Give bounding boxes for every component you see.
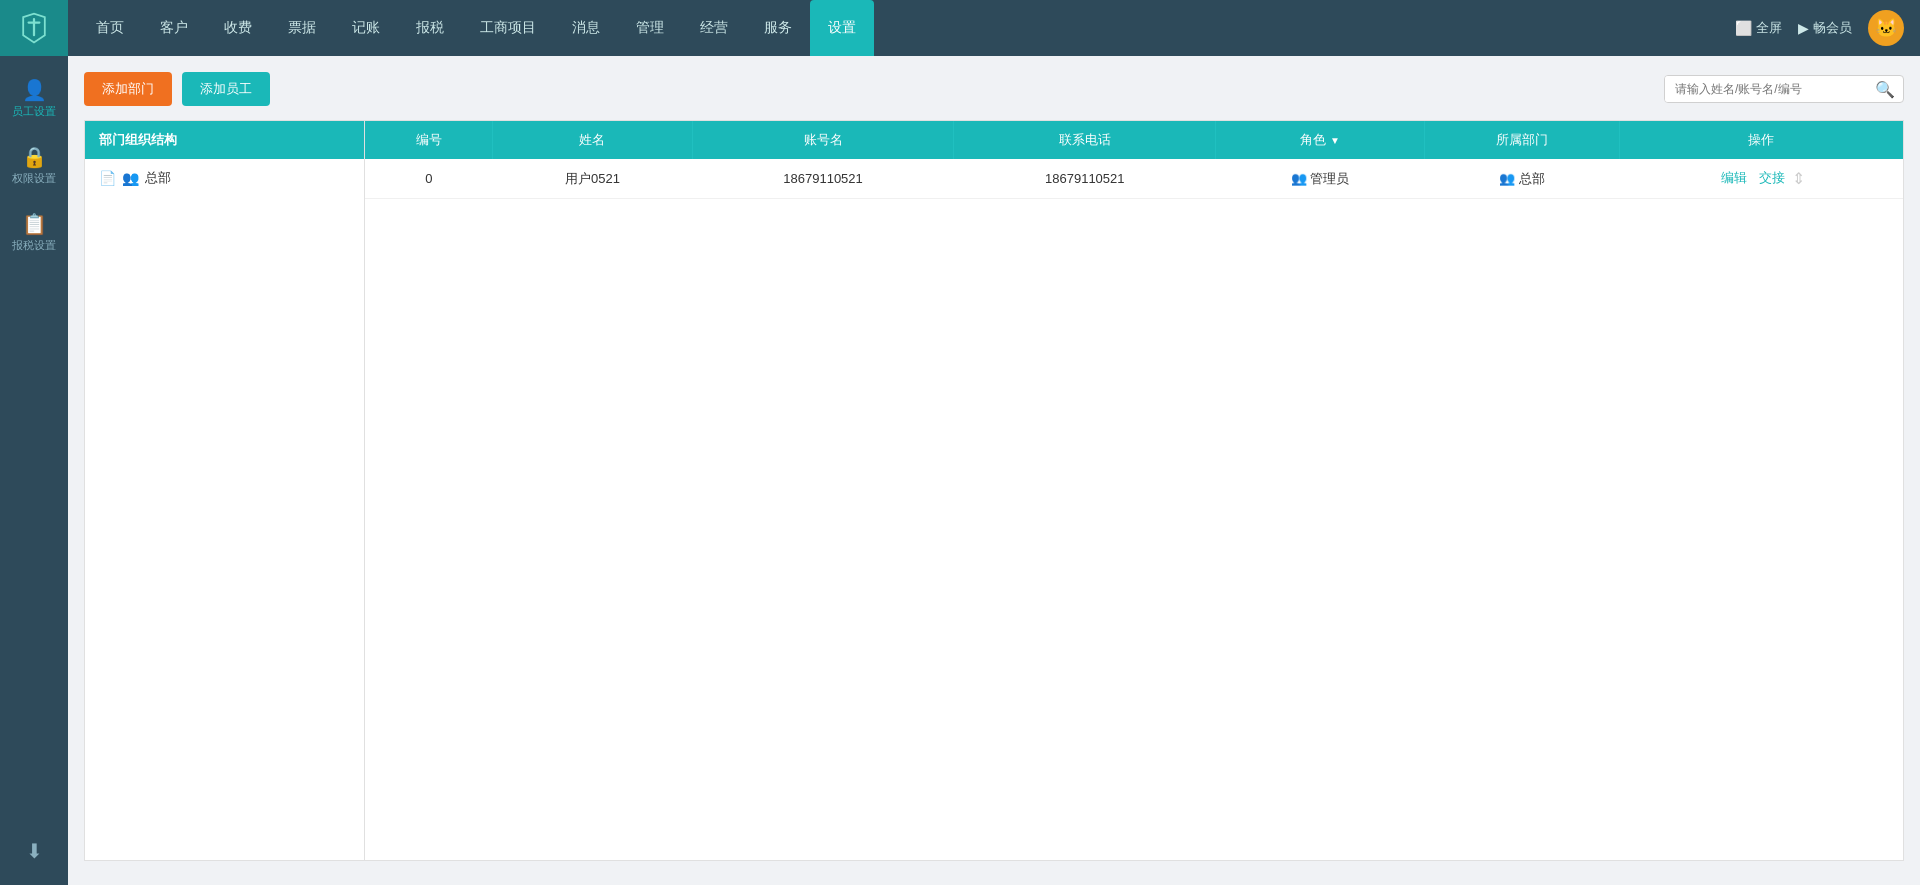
col-header-phone: 联系电话 — [954, 121, 1216, 159]
taxsetting-icon: 📋 — [22, 214, 47, 234]
nav-item-manage[interactable]: 管理 — [618, 0, 682, 56]
cell-dept: 👥 总部 — [1425, 159, 1620, 199]
sidebar-bottom: ⬇ — [22, 827, 47, 885]
nav-item-bizproject[interactable]: 工商项目 — [462, 0, 554, 56]
col-header-actions: 操作 — [1619, 121, 1903, 159]
fullscreen-button[interactable]: ⬜ 全屏 — [1735, 19, 1782, 37]
nav-item-client[interactable]: 客户 — [142, 0, 206, 56]
col-header-dept: 所属部门 — [1425, 121, 1620, 159]
content-area: 添加部门 添加员工 🔍 部门组织结构 📄 👥 总部 — [68, 56, 1920, 885]
col-header-account: 账号名 — [692, 121, 954, 159]
action-交接[interactable]: 交接 — [1759, 170, 1785, 185]
lock-icon: 🔒 — [22, 147, 47, 167]
sidebar-item-taxsetting[interactable]: 📋 报税设置 — [0, 200, 68, 267]
nav-item-bookkeeping[interactable]: 记账 — [334, 0, 398, 56]
dept-tree-item-label: 总部 — [145, 169, 171, 187]
cell-account: 18679110521 — [692, 159, 954, 199]
top-navigation: 首页 客户 收费 票据 记账 报税 工商项目 消息 管理 经营 服务 设置 ⬜ … — [0, 0, 1920, 56]
nav-item-fee[interactable]: 收费 — [206, 0, 270, 56]
col-header-role: 角色 ▼ — [1216, 121, 1425, 159]
nav-item-home[interactable]: 首页 — [78, 0, 142, 56]
col-header-name: 姓名 — [493, 121, 693, 159]
sidebar-item-employee-label: 员工设置 — [12, 104, 56, 119]
file-icon: 📄 — [99, 170, 116, 186]
dept-tree-item[interactable]: 📄 👥 总部 — [85, 159, 364, 197]
logo-icon — [16, 10, 52, 46]
action-编辑[interactable]: 编辑 — [1721, 170, 1747, 185]
sidebar-item-permission-label: 权限设置 — [12, 171, 56, 186]
cell-actions: 编辑 交接 ⇕ — [1619, 159, 1903, 199]
member-button[interactable]: ▶ 畅会员 — [1798, 19, 1852, 37]
cell-role: 👥 管理员 — [1216, 159, 1425, 199]
sidebar-item-employee[interactable]: 👤 员工设置 — [0, 66, 68, 133]
col-header-id: 编号 — [365, 121, 493, 159]
nav-right: ⬜ 全屏 ▶ 畅会员 🐱 — [1735, 10, 1920, 46]
main-layout: 👤 员工设置 🔒 权限设置 📋 报税设置 ⬇ 添加部门 添加员工 🔍 — [0, 56, 1920, 885]
nav-item-bill[interactable]: 票据 — [270, 0, 334, 56]
sidebar: 👤 员工设置 🔒 权限设置 📋 报税设置 ⬇ — [0, 56, 68, 885]
row-scroll-control[interactable]: ⇕ — [1792, 170, 1805, 187]
dept-tree-header: 部门组织结构 — [85, 121, 364, 159]
cell-id: 0 — [365, 159, 493, 199]
cell-name: 用户0521 — [493, 159, 693, 199]
nav-item-service[interactable]: 服务 — [746, 0, 810, 56]
role-filter-icon[interactable]: ▼ — [1330, 135, 1340, 146]
logo[interactable] — [0, 0, 68, 56]
employee-icon: 👤 — [22, 80, 47, 100]
main-panel: 部门组织结构 📄 👥 总部 编号 姓名 账号名 联系电话 — [84, 120, 1904, 861]
add-dept-button[interactable]: 添加部门 — [84, 72, 172, 106]
table-row: 0 用户0521 18679110521 18679110521 👥 管理员 👥… — [365, 159, 1903, 199]
nav-item-message[interactable]: 消息 — [554, 0, 618, 56]
sidebar-item-permission[interactable]: 🔒 权限设置 — [0, 133, 68, 200]
table-area: 编号 姓名 账号名 联系电话 角色 ▼ 所属部门 操作 — [365, 121, 1903, 860]
sidebar-item-taxsetting-label: 报税设置 — [12, 238, 56, 253]
nav-items: 首页 客户 收费 票据 记账 报税 工商项目 消息 管理 经营 服务 设置 — [68, 0, 1735, 56]
cell-phone: 18679110521 — [954, 159, 1216, 199]
nav-item-settings[interactable]: 设置 — [810, 0, 874, 56]
add-employee-button[interactable]: 添加员工 — [182, 72, 270, 106]
sidebar-item-download[interactable]: ⬇ — [22, 827, 47, 875]
user-avatar[interactable]: 🐱 — [1868, 10, 1904, 46]
search-box: 🔍 — [1664, 75, 1904, 103]
toolbar: 添加部门 添加员工 🔍 — [84, 72, 1904, 106]
search-input[interactable] — [1665, 76, 1867, 102]
nav-item-operation[interactable]: 经营 — [682, 0, 746, 56]
employee-table: 编号 姓名 账号名 联系电话 角色 ▼ 所属部门 操作 — [365, 121, 1903, 199]
download-icon: ⬇ — [26, 841, 43, 861]
search-button[interactable]: 🔍 — [1867, 80, 1903, 99]
nav-item-tax[interactable]: 报税 — [398, 0, 462, 56]
user-dept-icon: 👥 — [122, 170, 139, 186]
dept-tree: 部门组织结构 📄 👥 总部 — [85, 121, 365, 860]
